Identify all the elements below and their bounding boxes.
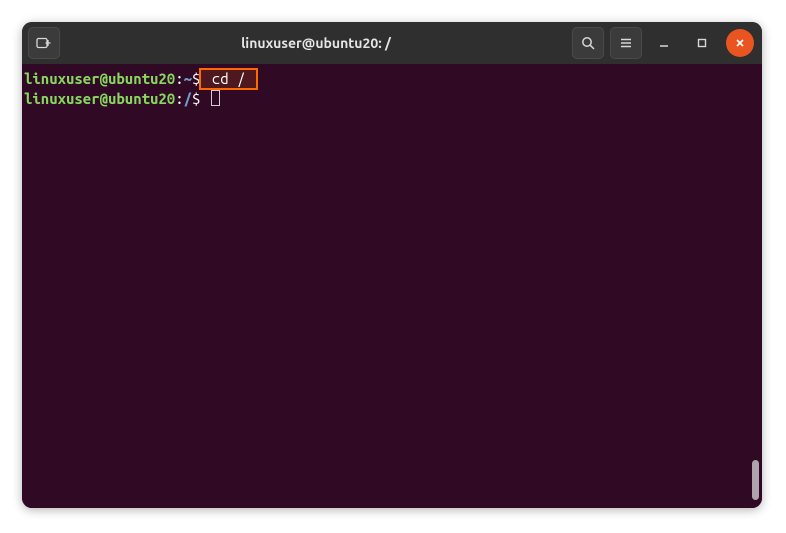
prompt-user: linuxuser@ubuntu20: [24, 90, 175, 107]
prompt-path: /: [184, 90, 192, 107]
window-title: linuxuser@ubuntu20: /: [66, 35, 566, 51]
scrollbar-thumb[interactable]: [752, 460, 759, 500]
hamburger-icon: [618, 35, 634, 51]
search-icon: [580, 35, 596, 51]
command-text: cd /: [203, 70, 245, 87]
maximize-icon: [696, 37, 708, 49]
menu-button[interactable]: [610, 27, 642, 59]
prompt-colon: :: [175, 70, 183, 87]
new-tab-icon: [36, 35, 52, 51]
close-icon: [734, 37, 746, 49]
prompt-path: ~: [184, 70, 192, 87]
prompt-user: linuxuser@ubuntu20: [24, 70, 175, 87]
maximize-button[interactable]: [688, 29, 716, 57]
terminal-area[interactable]: linuxuser@ubuntu20:~$ cd / linuxuser@ubu…: [22, 64, 762, 508]
terminal-window: linuxuser@ubuntu20: /: [22, 22, 762, 508]
minimize-icon: [658, 37, 670, 49]
prompt-line-1: linuxuser@ubuntu20:~$ cd /: [24, 68, 760, 90]
prompt-colon: :: [175, 90, 183, 107]
minimize-button[interactable]: [650, 29, 678, 57]
new-tab-button[interactable]: [28, 27, 60, 59]
cursor: [211, 90, 220, 106]
prompt-line-2: linuxuser@ubuntu20:/$: [24, 90, 760, 108]
titlebar: linuxuser@ubuntu20: /: [22, 22, 762, 64]
search-button[interactable]: [572, 27, 604, 59]
command-highlight: cd /: [199, 68, 257, 90]
prompt-dollar: $: [192, 90, 200, 107]
close-button[interactable]: [726, 29, 754, 57]
